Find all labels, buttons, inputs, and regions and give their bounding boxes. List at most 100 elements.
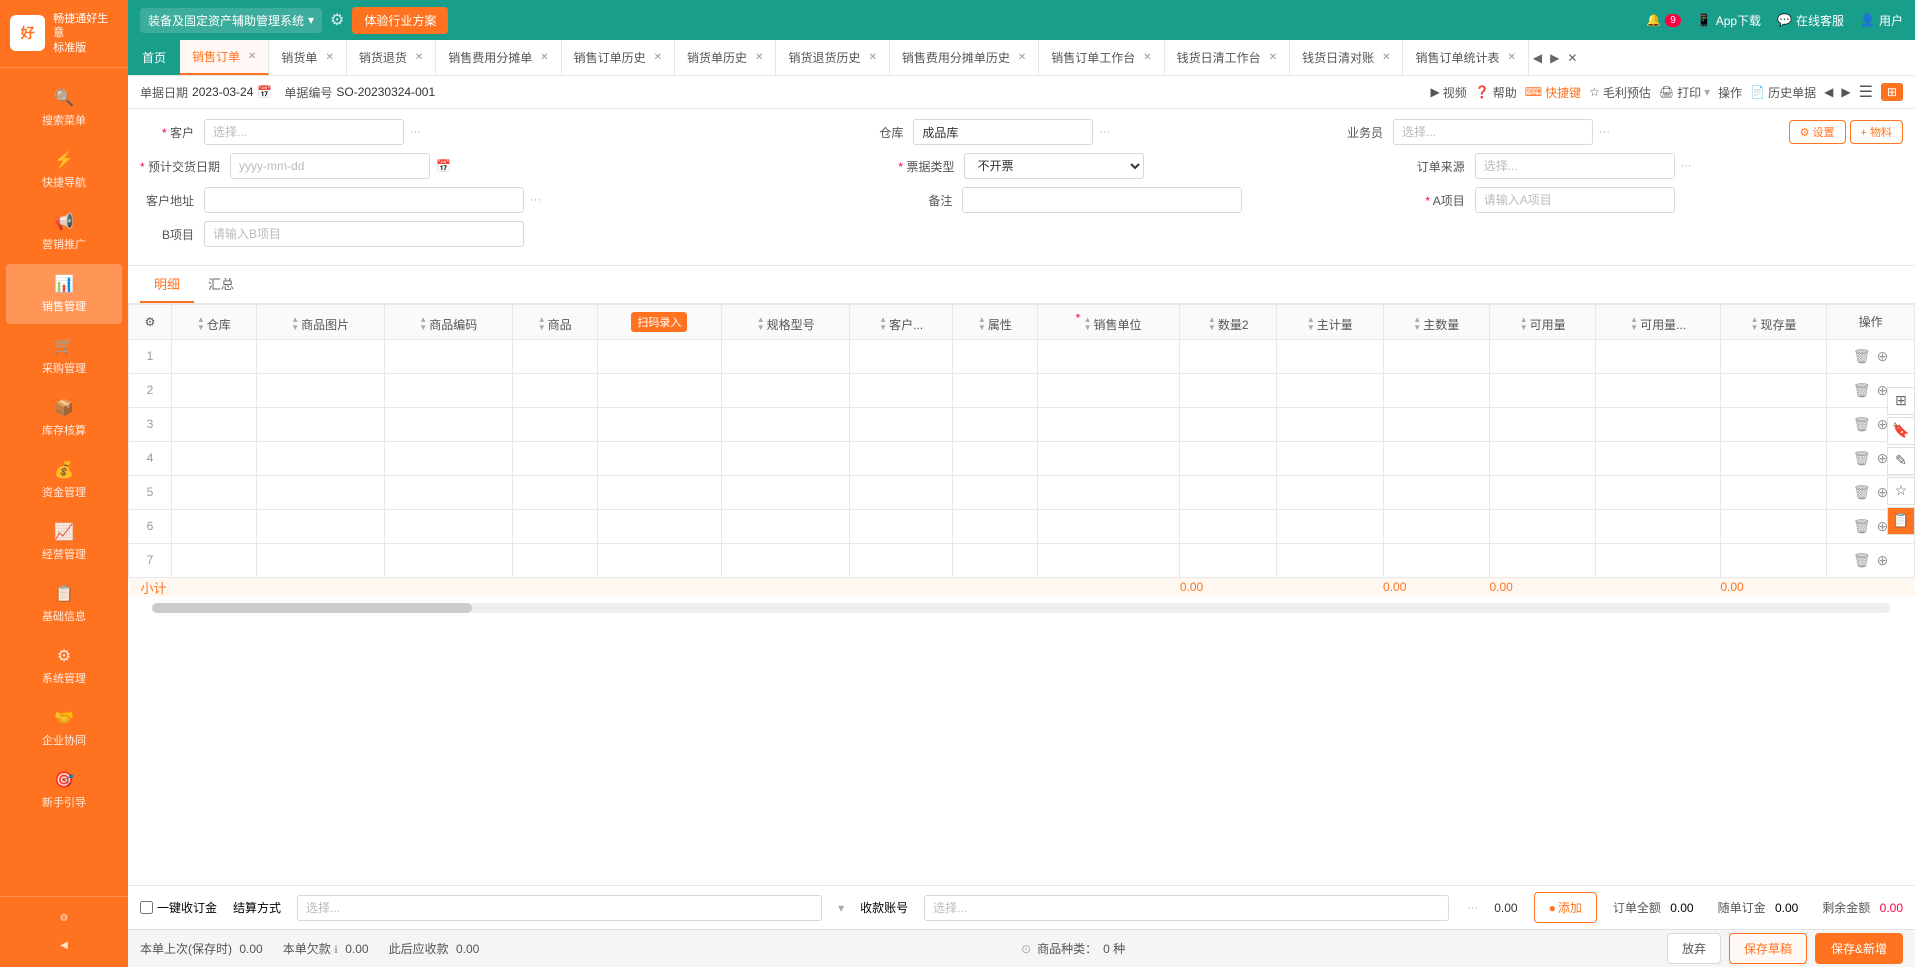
tab-close-icon[interactable]: ✕ [1508, 52, 1516, 63]
detail-tab-明细[interactable]: 明细 [140, 266, 194, 303]
tab-close-icon[interactable]: ✕ [540, 52, 548, 63]
sidebar-item-快捷导航[interactable]: ⚡快捷导航 [6, 140, 122, 200]
customer-addr-ellipsis[interactable]: ··· [530, 194, 541, 206]
col-name[interactable]: ▲▼商品 [512, 305, 597, 340]
tab-close-all[interactable]: ✕ [1563, 51, 1581, 65]
col-current[interactable]: ▲▼现存量 [1720, 305, 1826, 340]
scan-btn[interactable]: 扫码录入 [631, 312, 687, 332]
save-draft-btn[interactable]: 保存草稿 [1729, 933, 1807, 964]
right-mini-2[interactable]: 🔖 [1887, 417, 1915, 445]
view-btn[interactable]: ▶视频 [1431, 84, 1467, 101]
delete-row-icon[interactable]: 🗑 [1853, 348, 1871, 365]
delete-row-icon[interactable]: 🗑 [1853, 416, 1871, 433]
sidebar-item-企业协同[interactable]: 🤝企业协同 [6, 698, 122, 758]
tab-home[interactable]: 首页 [128, 40, 180, 75]
tab-钱货日清工作台[interactable]: 钱货日清工作台✕ [1165, 40, 1290, 75]
customer-input[interactable] [204, 119, 404, 145]
sidebar-collapse[interactable]: ◀ [6, 932, 122, 959]
save-new-btn[interactable]: 保存&新增 [1815, 933, 1903, 964]
sidebar-item-库存核算[interactable]: 📦库存核算 [6, 388, 122, 448]
delete-row-icon[interactable]: 🗑 [1853, 552, 1871, 569]
delivery-calendar-icon[interactable]: 📅 [436, 159, 451, 173]
history-btn[interactable]: 📄历史单据 [1750, 84, 1816, 101]
calendar-icon[interactable]: 📅 [257, 85, 272, 99]
prev-nav-btn[interactable]: ◀ [1824, 85, 1833, 99]
one-click-checkbox[interactable]: 一键收订金 [140, 899, 217, 916]
delete-row-icon[interactable]: 🗑 [1853, 518, 1871, 535]
sidebar-item-营销推广[interactable]: 📢营销推广 [6, 202, 122, 262]
payment-method-input[interactable] [297, 895, 822, 921]
tab-close-icon[interactable]: ✕ [654, 52, 662, 63]
warehouse-input[interactable] [913, 119, 1093, 145]
tab-close-icon[interactable]: ✕ [325, 52, 333, 63]
add-payment-btn[interactable]: ●添加 [1534, 892, 1597, 923]
invoice-select[interactable]: 不开票 [964, 153, 1144, 179]
remark-input[interactable] [962, 187, 1242, 213]
tab-close-icon[interactable]: ✕ [415, 52, 423, 63]
col-attr[interactable]: ▲▼属性 [953, 305, 1038, 340]
print-btn[interactable]: 🖨打印 ▾ [1659, 84, 1710, 101]
col-qty2[interactable]: ▲▼数量2 [1180, 305, 1277, 340]
tab-close-icon[interactable]: ✕ [1143, 52, 1151, 63]
tab-close-icon[interactable]: ✕ [1269, 52, 1277, 63]
col-unit[interactable]: ▲▼销售单位 [1037, 305, 1180, 340]
sidebar-item-采购管理[interactable]: 🛒采购管理 [6, 326, 122, 386]
user-menu[interactable]: 👤 用户 [1860, 12, 1903, 29]
tab-销售订单历史[interactable]: 销售订单历史✕ [562, 40, 675, 75]
profit-btn[interactable]: ☆毛利预估 [1589, 84, 1651, 101]
tab-nav-left[interactable]: ◀ [1529, 51, 1546, 65]
staff-ellipsis[interactable]: ··· [1599, 126, 1610, 138]
delivery-input[interactable] [230, 153, 430, 179]
tab-close-icon[interactable]: ✕ [1018, 52, 1026, 63]
topbar-settings-icon[interactable]: ⚙ [330, 10, 344, 30]
order-source-ellipsis[interactable]: ··· [1681, 160, 1692, 172]
tab-销售订单[interactable]: 销售订单✕ [180, 40, 269, 75]
shortcut-btn[interactable]: ⌨快捷键 [1525, 84, 1581, 101]
col-available[interactable]: ▲▼可用量 [1489, 305, 1595, 340]
col-warehouse[interactable]: ▲▼仓库 [171, 305, 256, 340]
customer-ellipsis[interactable]: ··· [410, 126, 421, 138]
delete-row-icon[interactable]: 🗑 [1853, 382, 1871, 399]
tab-钱货日清对账[interactable]: 钱货日清对账✕ [1290, 40, 1403, 75]
col-main_unit[interactable]: ▲▼主计量 [1277, 305, 1383, 340]
col-spec[interactable]: ▲▼规格型号 [722, 305, 850, 340]
scroll-area[interactable] [128, 597, 1915, 619]
project-a-input[interactable] [1475, 187, 1675, 213]
sidebar-item-基础信息[interactable]: 📋基础信息 [6, 574, 122, 634]
online-service-btn[interactable]: 💬 在线客服 [1777, 12, 1844, 29]
next-nav-btn[interactable]: ▶ [1841, 85, 1850, 99]
sidebar-item-新手引导[interactable]: 🎯新手引导 [6, 760, 122, 820]
delete-row-icon[interactable]: 🗑 [1853, 450, 1871, 467]
tab-销货退货历史[interactable]: 销货退货历史✕ [776, 40, 889, 75]
help-btn[interactable]: ❓帮助 [1475, 84, 1517, 101]
sidebar-item-搜索菜单[interactable]: 🔍搜索菜单 [6, 78, 122, 138]
col-main_qty[interactable]: ▲▼主数量 [1383, 305, 1489, 340]
right-mini-4[interactable]: ☆ [1887, 477, 1915, 505]
right-mini-5[interactable]: 📋 [1887, 507, 1915, 535]
tab-销货退货[interactable]: 销货退货✕ [347, 40, 436, 75]
sidebar-item-资金管理[interactable]: 💰资金管理 [6, 450, 122, 510]
tab-nav-right[interactable]: ▶ [1546, 51, 1563, 65]
one-click-checkbox-input[interactable] [140, 901, 153, 914]
notification-btn[interactable]: 🔔 9 [1646, 13, 1681, 27]
tab-销售费用分摊单[interactable]: 销售费用分摊单✕ [436, 40, 561, 75]
card-view-btn[interactable]: ⊞ [1881, 83, 1903, 101]
sidebar-settings[interactable]: ⚙ [6, 905, 122, 932]
tab-销货单[interactable]: 销货单✕ [269, 40, 346, 75]
col-code[interactable]: ▲▼商品编码 [384, 305, 512, 340]
sidebar-item-系统管理[interactable]: ⚙系统管理 [6, 636, 122, 696]
grid-view-btn[interactable]: ☰ [1859, 82, 1873, 102]
operations-btn[interactable]: 操作 [1718, 84, 1742, 101]
tab-销售费用分摊单历史[interactable]: 销售费用分摊单历史✕ [890, 40, 1039, 75]
tab-close-icon[interactable]: ✕ [868, 52, 876, 63]
sidebar-item-销售管理[interactable]: 📊销售管理 [6, 264, 122, 324]
app-download-btn[interactable]: 📱 App下载 [1697, 12, 1761, 29]
industry-btn[interactable]: 体验行业方案 [352, 7, 448, 34]
settings-btn[interactable]: ⚙ 设置 [1789, 120, 1846, 144]
project-b-input[interactable] [204, 221, 524, 247]
tab-close-icon[interactable]: ✕ [755, 52, 763, 63]
add-material-btn[interactable]: + 物料 [1850, 120, 1903, 144]
sidebar-item-经营管理[interactable]: 📈经营管理 [6, 512, 122, 572]
table-container[interactable]: ⚙▲▼仓库▲▼商品图片▲▼商品编码▲▼商品扫码录入▲▼规格型号▲▼客户...▲▼… [128, 304, 1915, 885]
system-selector[interactable]: 装备及固定资产辅助管理系统 ▾ [140, 8, 322, 33]
